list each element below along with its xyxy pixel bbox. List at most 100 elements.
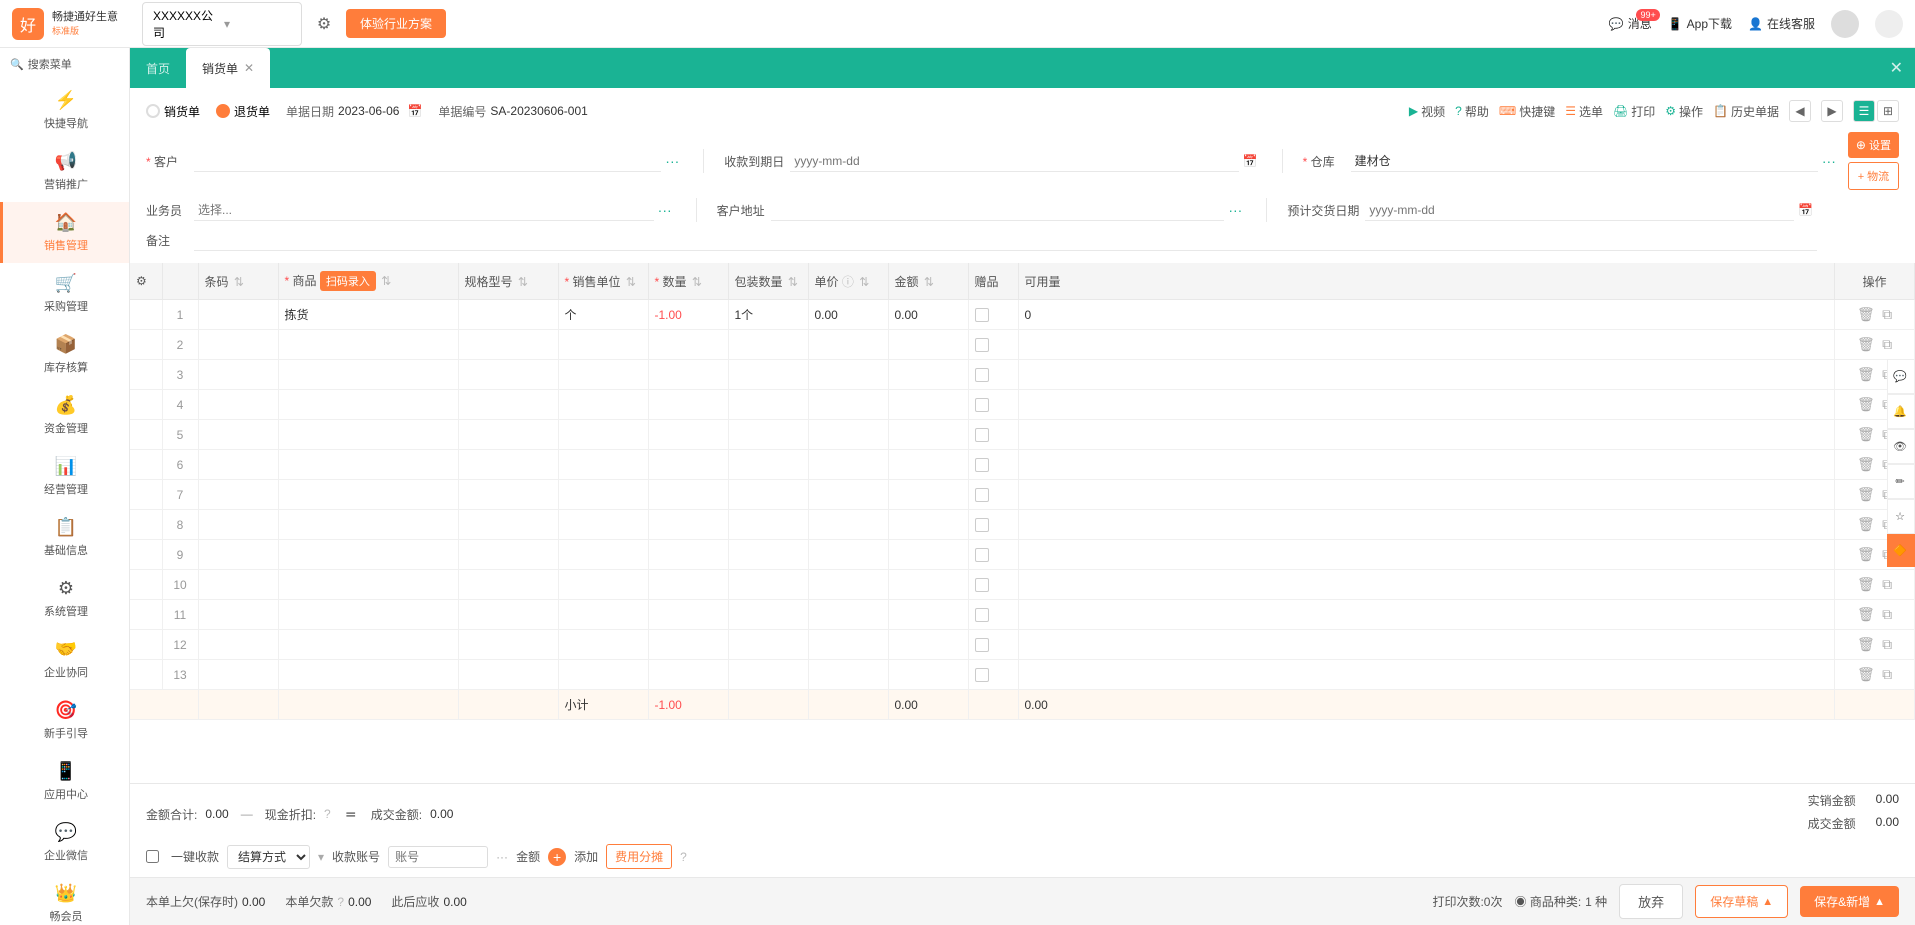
- cell-price[interactable]: [808, 360, 888, 390]
- scan-btn[interactable]: 扫码录入: [320, 271, 376, 291]
- sort-price-icon[interactable]: ⇅: [859, 275, 869, 289]
- delete-icon[interactable]: 🗑: [1857, 546, 1875, 562]
- sort-qty-icon[interactable]: ⇅: [692, 275, 702, 289]
- delete-icon[interactable]: 🗑: [1857, 396, 1875, 412]
- sidebar-item-sales[interactable]: 🏠 销售管理: [0, 202, 129, 263]
- user-avatar2[interactable]: [1875, 10, 1903, 38]
- cell-pkg-qty[interactable]: [728, 630, 808, 660]
- cell-spec[interactable]: [458, 390, 558, 420]
- sort-amount-icon[interactable]: ⇅: [924, 275, 934, 289]
- delete-icon[interactable]: 🗑: [1857, 516, 1875, 532]
- cell-spec[interactable]: [458, 480, 558, 510]
- float-bell-btn[interactable]: 🔔: [1887, 394, 1915, 429]
- cell-product[interactable]: [278, 510, 458, 540]
- sort-icon[interactable]: ⇅: [234, 275, 244, 289]
- cell-product[interactable]: [278, 600, 458, 630]
- fee-help-icon[interactable]: ?: [680, 850, 687, 864]
- sidebar-item-quick-nav[interactable]: ⚡ 快捷导航: [0, 80, 129, 141]
- sidebar-item-basic[interactable]: 📋 基础信息: [0, 507, 129, 568]
- cell-qty[interactable]: [648, 510, 728, 540]
- salesperson-more-icon[interactable]: ···: [654, 202, 676, 218]
- cell-gift[interactable]: [968, 660, 1018, 690]
- cell-qty[interactable]: [648, 540, 728, 570]
- cell-amount[interactable]: 0.00: [888, 300, 968, 330]
- cell-spec[interactable]: [458, 540, 558, 570]
- cell-price[interactable]: 0.00: [808, 300, 888, 330]
- cell-barcode[interactable]: [198, 420, 278, 450]
- sort-unit-icon[interactable]: ⇅: [626, 275, 636, 289]
- cell-unit[interactable]: [558, 330, 648, 360]
- delete-icon[interactable]: 🗑: [1857, 426, 1875, 442]
- tab-home[interactable]: 首页: [130, 48, 186, 88]
- gift-checkbox[interactable]: [975, 668, 989, 682]
- cell-pkg-qty[interactable]: [728, 660, 808, 690]
- cell-barcode[interactable]: [198, 600, 278, 630]
- float-chat-btn[interactable]: 💬: [1887, 359, 1915, 394]
- cell-barcode[interactable]: [198, 360, 278, 390]
- cell-product[interactable]: [278, 570, 458, 600]
- cell-unit[interactable]: [558, 450, 648, 480]
- estimated-date-input[interactable]: [1365, 200, 1794, 221]
- float-star-btn[interactable]: ☆: [1887, 499, 1915, 534]
- company-selector[interactable]: XXXXXX公司 ▾: [142, 2, 302, 46]
- cell-unit[interactable]: [558, 570, 648, 600]
- cell-unit[interactable]: [558, 630, 648, 660]
- cell-amount[interactable]: [888, 480, 968, 510]
- logistics-btn[interactable]: + 物流: [1848, 162, 1899, 190]
- salesperson-input[interactable]: [194, 200, 654, 221]
- cell-spec[interactable]: [458, 660, 558, 690]
- cell-product[interactable]: [278, 390, 458, 420]
- nav-prev-btn[interactable]: ◀: [1789, 100, 1811, 122]
- cell-product[interactable]: [278, 330, 458, 360]
- gift-checkbox[interactable]: [975, 368, 989, 382]
- customer-addr-input[interactable]: [771, 200, 1225, 221]
- gift-checkbox[interactable]: [975, 488, 989, 502]
- estimated-date-calendar-icon[interactable]: 📅: [1794, 203, 1817, 217]
- cell-barcode[interactable]: [198, 630, 278, 660]
- delete-icon[interactable]: 🗑: [1857, 336, 1875, 352]
- sidebar-item-marketing[interactable]: 📢 营销推广: [0, 141, 129, 202]
- cell-spec[interactable]: [458, 630, 558, 660]
- cell-price[interactable]: [808, 660, 888, 690]
- cell-price[interactable]: [808, 600, 888, 630]
- cell-product[interactable]: [278, 630, 458, 660]
- cell-unit[interactable]: [558, 420, 648, 450]
- gift-checkbox[interactable]: [975, 578, 989, 592]
- copy-icon[interactable]: ⧉: [1882, 636, 1892, 652]
- notes-input[interactable]: [194, 230, 1817, 251]
- cell-price[interactable]: [808, 630, 888, 660]
- cell-qty[interactable]: [648, 630, 728, 660]
- warehouse-input[interactable]: [1351, 151, 1818, 172]
- cell-pkg-qty[interactable]: [728, 330, 808, 360]
- cell-barcode[interactable]: [198, 300, 278, 330]
- sidebar-item-purchase[interactable]: 🛒 采购管理: [0, 263, 129, 324]
- cell-pkg-qty[interactable]: [728, 480, 808, 510]
- delete-icon[interactable]: 🗑: [1857, 306, 1875, 322]
- cell-spec[interactable]: [458, 600, 558, 630]
- sidebar-search[interactable]: 🔍 搜索菜单: [0, 48, 129, 80]
- cell-unit[interactable]: [558, 480, 648, 510]
- copy-icon[interactable]: ⧉: [1882, 606, 1892, 622]
- cell-qty[interactable]: [648, 480, 728, 510]
- copy-icon[interactable]: ⧉: [1882, 576, 1892, 592]
- cell-gift[interactable]: [968, 450, 1018, 480]
- cell-gift[interactable]: [968, 510, 1018, 540]
- cell-unit[interactable]: 个: [558, 300, 648, 330]
- cell-price[interactable]: [808, 510, 888, 540]
- trial-btn[interactable]: 体验行业方案: [346, 9, 446, 38]
- sidebar-item-system[interactable]: ⚙ 系统管理: [0, 568, 129, 629]
- cell-barcode[interactable]: [198, 450, 278, 480]
- sidebar-item-guide[interactable]: 🎯 新手引导: [0, 690, 129, 751]
- video-btn[interactable]: ▶ 视频: [1409, 103, 1445, 120]
- product-kind[interactable]: ◉ 商品种类: 1 种: [1514, 893, 1607, 910]
- cell-unit[interactable]: [558, 600, 648, 630]
- customer-more-icon[interactable]: ···: [661, 153, 683, 169]
- cell-amount[interactable]: [888, 660, 968, 690]
- cell-qty[interactable]: [648, 330, 728, 360]
- cell-price[interactable]: [808, 450, 888, 480]
- cell-amount[interactable]: [888, 570, 968, 600]
- cell-spec[interactable]: [458, 360, 558, 390]
- cell-qty[interactable]: [648, 660, 728, 690]
- cell-pkg-qty[interactable]: [728, 600, 808, 630]
- sidebar-item-appstore[interactable]: 📱 应用中心: [0, 751, 129, 812]
